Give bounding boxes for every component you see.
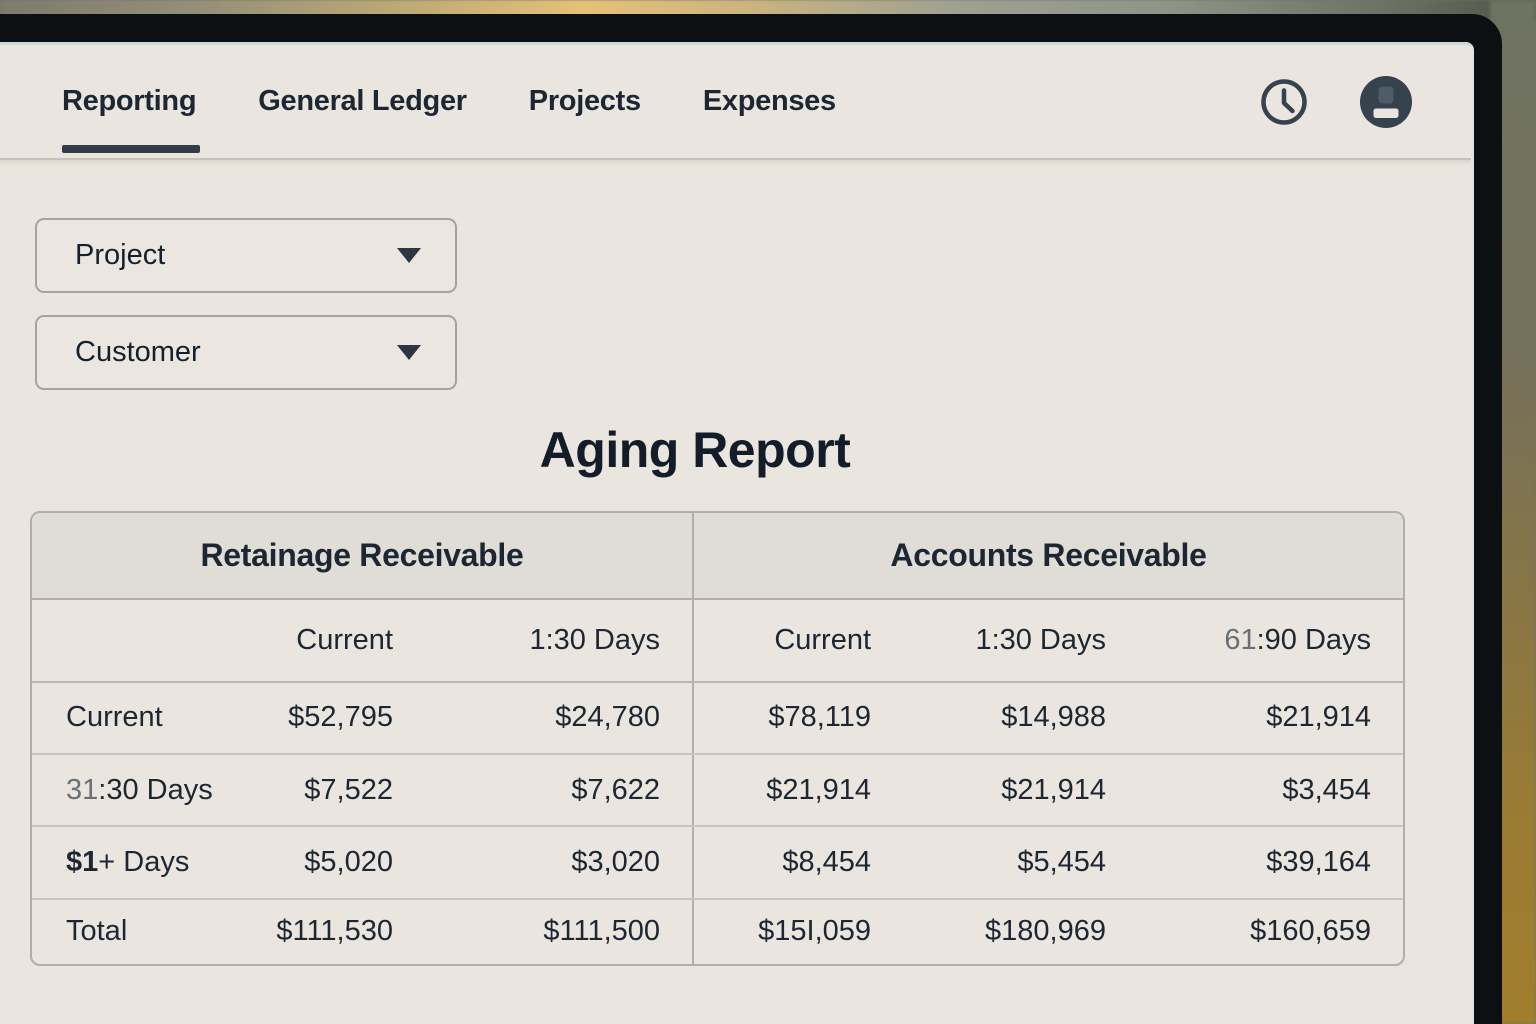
cell-value: $52,795 bbox=[225, 681, 425, 756]
project-dropdown-label: Project bbox=[75, 239, 166, 271]
table-row-31-30-days: 31:30 Days $7,522 $7,622 $21,914 $21,914… bbox=[32, 754, 1403, 828]
table-row-current: Current $52,795 $24,780 $78,119 $14,988 … bbox=[32, 681, 1403, 756]
cell-value: $160,659 bbox=[1250, 915, 1372, 948]
cell-value: $21,914 bbox=[692, 754, 904, 828]
clock-icon[interactable] bbox=[1257, 75, 1311, 129]
app-screen: Reporting General Ledger Projects Expens… bbox=[0, 42, 1474, 1024]
tab-reporting[interactable]: Reporting bbox=[62, 45, 201, 158]
table-row-total: Total $111,530 $111,500 $15I,059 $180,96… bbox=[32, 898, 1403, 964]
column-header-empty bbox=[32, 599, 225, 683]
account-icon[interactable] bbox=[1359, 75, 1413, 129]
project-dropdown[interactable]: Project bbox=[35, 218, 457, 293]
column-header-ar-current: Current bbox=[692, 599, 904, 683]
tab-expenses[interactable]: Expenses bbox=[703, 45, 836, 158]
column-header-ar-61-90: 61:90 Days bbox=[1138, 599, 1403, 683]
cell-value: $3,454 bbox=[1138, 754, 1403, 828]
cell-value: $5,020 bbox=[225, 826, 425, 900]
cell-value: $3,020 bbox=[425, 826, 694, 900]
cell-value: $15I,059 bbox=[692, 898, 904, 964]
cell-value: $14,988 bbox=[903, 681, 1139, 756]
chevron-down-icon bbox=[397, 345, 421, 360]
cell-value: $7,522 bbox=[225, 754, 425, 828]
column-header-ret-1-30: 1:30 Days bbox=[425, 599, 694, 683]
row-label: $1+ Days bbox=[32, 826, 225, 900]
top-navigation: Reporting General Ledger Projects Expens… bbox=[0, 45, 1471, 160]
chevron-down-icon bbox=[397, 248, 421, 263]
cell-value: $24,780 bbox=[425, 681, 694, 756]
table-group-header-row: Retainage Receivable Accounts Receivable bbox=[32, 513, 1403, 601]
tab-general-ledger[interactable]: General Ledger bbox=[258, 45, 467, 158]
cell-value: $180,969 bbox=[985, 915, 1107, 948]
cell-value: $7,622 bbox=[425, 754, 694, 828]
tab-projects[interactable]: Projects bbox=[529, 45, 641, 158]
column-header-ar-1-30: 1:30 Days bbox=[903, 599, 1139, 683]
cell-value: $78,119 bbox=[692, 681, 904, 756]
customer-dropdown-label: Customer bbox=[75, 336, 201, 368]
cell-value: $39,164 bbox=[1138, 826, 1403, 900]
page-title: Aging Report bbox=[539, 422, 851, 478]
cell-value: $8,454 bbox=[692, 826, 904, 900]
column-header-ret-current: Current bbox=[225, 599, 425, 683]
row-label: Current bbox=[32, 681, 225, 756]
cell-value: $21,914 bbox=[1138, 681, 1403, 756]
cell-value: $111,500 bbox=[543, 915, 661, 948]
table-row-1-plus-days: $1+ Days $5,020 $3,020 $8,454 $5,454 $39… bbox=[32, 826, 1403, 900]
aging-report-table: Retainage Receivable Accounts Receivable… bbox=[30, 511, 1405, 966]
cell-value: $5,454 bbox=[903, 826, 1139, 900]
group-header-retainage: Retainage Receivable bbox=[32, 513, 694, 601]
group-header-accounts: Accounts Receivable bbox=[692, 513, 1403, 601]
row-label: 31:30 Days bbox=[32, 754, 225, 828]
row-label: Total bbox=[66, 915, 128, 948]
cell-value: $21,914 bbox=[903, 754, 1139, 828]
cell-value: $111,530 bbox=[276, 915, 393, 948]
table-column-header-row: Current 1:30 Days Current 1:30 Days 61:9… bbox=[32, 599, 1403, 683]
customer-dropdown[interactable]: Customer bbox=[35, 315, 457, 390]
nav-icon-group bbox=[1257, 45, 1413, 158]
